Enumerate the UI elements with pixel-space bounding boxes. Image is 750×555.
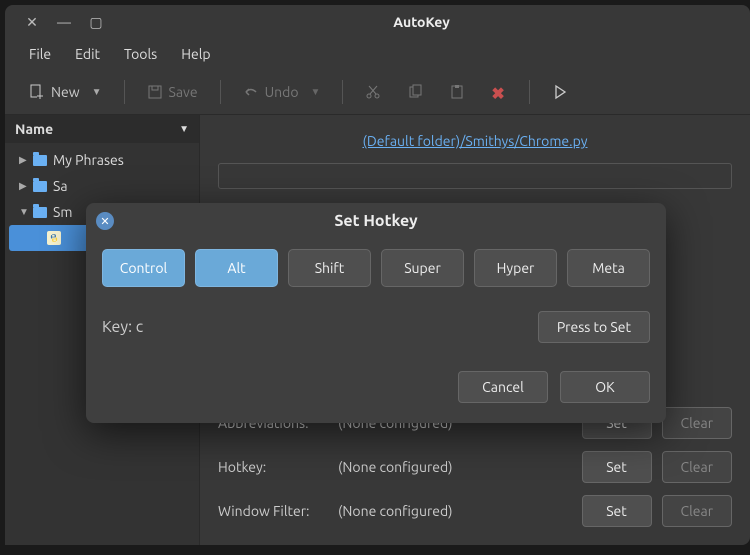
key-row: Key: c Press to Set [86, 293, 666, 347]
modifier-hyper[interactable]: Hyper [474, 249, 557, 287]
cancel-button[interactable]: Cancel [458, 371, 548, 403]
press-to-set-button[interactable]: Press to Set [538, 311, 650, 343]
modifier-row: Control Alt Shift Super Hyper Meta [86, 239, 666, 293]
dialog-titlebar: ✕ Set Hotkey [86, 203, 666, 239]
close-icon[interactable]: ✕ [96, 212, 114, 230]
ok-button[interactable]: OK [560, 371, 650, 403]
set-hotkey-dialog: ✕ Set Hotkey Control Alt Shift Super Hyp… [86, 203, 666, 423]
dialog-actions: Cancel OK [86, 347, 666, 407]
modifier-super[interactable]: Super [381, 249, 464, 287]
modifier-shift[interactable]: Shift [288, 249, 371, 287]
modifier-meta[interactable]: Meta [567, 249, 650, 287]
modifier-control[interactable]: Control [102, 249, 185, 287]
dialog-title: Set Hotkey [122, 212, 630, 230]
key-label: Key: c [102, 318, 143, 336]
dialog-backdrop: ✕ Set Hotkey Control Alt Shift Super Hyp… [0, 5, 750, 555]
modifier-alt[interactable]: Alt [195, 249, 278, 287]
